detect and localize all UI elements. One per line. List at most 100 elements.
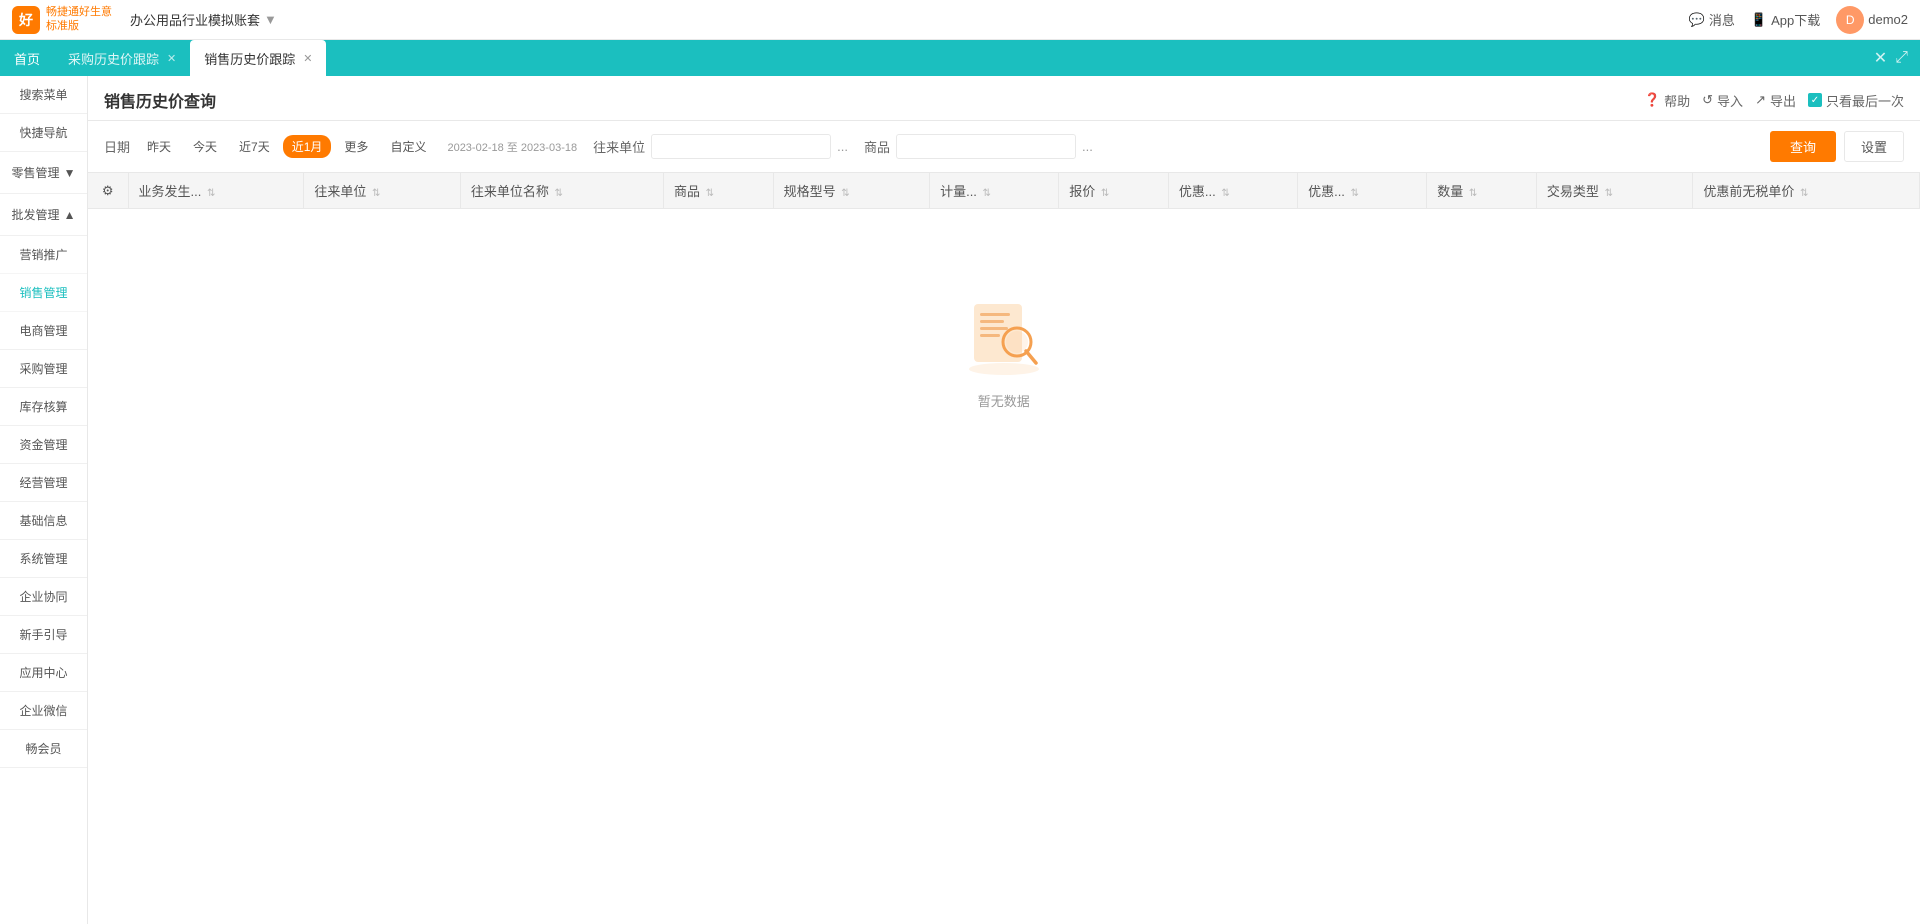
tab-bar: 首页 采购历史价跟踪 ✕ 销售历史价跟踪 ✕ ✕ ⤢ [0, 40, 1920, 76]
help-btn[interactable]: ❓ 帮助 [1644, 91, 1690, 110]
sort-arrows-partner-code: ⇅ [372, 188, 380, 199]
logo-area: 好 畅捷通好生意 标准版 [12, 6, 112, 34]
date-btn-yesterday[interactable]: 昨天 [138, 135, 180, 158]
th-qty[interactable]: 数量 ⇅ [1427, 173, 1537, 209]
date-range-text: 2023-02-18 至 2023-03-18 [447, 139, 577, 155]
th-discount1-label: 优惠... [1179, 184, 1216, 199]
th-discount2-label: 优惠... [1308, 184, 1345, 199]
goods-filter-group: 商品 ... [864, 134, 1093, 159]
sidebar-item-sales-mgmt[interactable]: 销售管理 [0, 274, 87, 312]
th-unit-label: 计量... [940, 184, 977, 199]
dropdown-icon[interactable]: ▼ [264, 12, 277, 27]
date-btn-today[interactable]: 今天 [184, 135, 226, 158]
sidebar-item-inventory[interactable]: 库存核算 [0, 388, 87, 426]
empty-state: 暂无数据 [88, 209, 1920, 490]
wholesale-mgmt-label: 批发管理 [12, 206, 60, 223]
th-goods-label: 商品 [674, 184, 700, 199]
sort-arrows-trade-type: ⇅ [1605, 188, 1613, 199]
th-discount2[interactable]: 优惠... ⇅ [1298, 173, 1427, 209]
content-area: 销售历史价查询 ❓ 帮助 ↺ 导入 ↗ 导出 ✓ 只看最后一次 [88, 76, 1920, 924]
th-spec[interactable]: 规格型号 ⇅ [773, 173, 929, 209]
date-btn-more[interactable]: 更多 [335, 135, 377, 158]
only-last-checkbox-label[interactable]: ✓ 只看最后一次 [1808, 91, 1904, 110]
user-area[interactable]: D demo2 [1836, 6, 1908, 34]
sort-arrows-biz-date: ⇅ [207, 188, 215, 199]
logo-text: 畅捷通好生意 标准版 [46, 6, 112, 32]
sort-arrows-pretax-price: ⇅ [1800, 188, 1808, 199]
message-icon: 💬 [1689, 12, 1705, 28]
sort-arrows-discount1: ⇅ [1221, 188, 1229, 199]
th-discount1[interactable]: 优惠... ⇅ [1168, 173, 1297, 209]
page-title: 销售历史价查询 [104, 88, 216, 112]
sidebar: 搜索菜单 快捷导航 零售管理 ▼ 批发管理 ▲ 营销推广 销售管理 电商管理 采… [0, 76, 88, 924]
th-trade-type[interactable]: 交易类型 ⇅ [1536, 173, 1692, 209]
th-partner-name-label: 往来单位名称 [471, 184, 549, 199]
th-gear[interactable]: ⚙ [88, 173, 128, 209]
retail-mgmt-label: 零售管理 [12, 164, 60, 181]
sidebar-item-finance-mgmt[interactable]: 资金管理 [0, 426, 87, 464]
settings-btn[interactable]: 设置 [1844, 131, 1904, 162]
import-btn[interactable]: ↺ 导入 [1702, 91, 1743, 110]
logo-icon: 好 [12, 6, 40, 34]
maximize-btn[interactable]: ⤢ [1895, 49, 1908, 67]
goods-dots[interactable]: ... [1082, 139, 1093, 154]
date-btn-custom[interactable]: 自定义 [381, 135, 435, 158]
sidebar-item-retail-mgmt[interactable]: 零售管理 ▼ [0, 152, 87, 194]
filter-area: 日期 昨天 今天 近7天 近1月 更多 自定义 2023-02-18 至 202… [88, 121, 1920, 173]
page-actions: ❓ 帮助 ↺ 导入 ↗ 导出 ✓ 只看最后一次 [1644, 91, 1904, 110]
partner-input[interactable] [651, 134, 831, 159]
sidebar-item-app-center[interactable]: 应用中心 [0, 654, 87, 692]
th-biz-date[interactable]: 业务发生... ⇅ [128, 173, 304, 209]
sidebar-item-vip[interactable]: 畅会员 [0, 730, 87, 768]
data-table: ⚙ 业务发生... ⇅ 往来单位 ⇅ 往来单位名称 ⇅ [88, 173, 1920, 490]
date-label: 日期 [104, 137, 130, 156]
quick-nav-label: 快捷导航 [19, 124, 67, 141]
app-download-btn[interactable]: 📱 App下载 [1751, 10, 1820, 29]
tab-home[interactable]: 首页 [0, 40, 54, 76]
th-goods[interactable]: 商品 ⇅ [663, 173, 773, 209]
goods-input[interactable] [896, 134, 1076, 159]
tab-sales-history[interactable]: 销售历史价跟踪 ✕ [190, 40, 326, 76]
date-btn-1month[interactable]: 近1月 [283, 135, 332, 158]
export-icon: ↗ [1755, 92, 1766, 108]
partner-dots[interactable]: ... [837, 139, 848, 154]
sidebar-item-purchase-mgmt[interactable]: 采购管理 [0, 350, 87, 388]
filter-actions: 查询 设置 [1770, 131, 1904, 162]
empty-row: 暂无数据 [88, 209, 1920, 491]
th-trade-type-label: 交易类型 [1547, 184, 1599, 199]
date-filter-group: 日期 昨天 今天 近7天 近1月 更多 自定义 2023-02-18 至 202… [104, 135, 577, 158]
table-container: ⚙ 业务发生... ⇅ 往来单位 ⇅ 往来单位名称 ⇅ [88, 173, 1920, 924]
th-partner-code[interactable]: 往来单位 ⇅ [304, 173, 460, 209]
sidebar-item-new-guide[interactable]: 新手引导 [0, 616, 87, 654]
sort-arrows-spec: ⇅ [841, 188, 849, 199]
message-btn[interactable]: 💬 消息 [1689, 10, 1735, 29]
sidebar-item-enterprise-wechat[interactable]: 企业微信 [0, 692, 87, 730]
tab-purchase-history-close[interactable]: ✕ [167, 52, 176, 65]
th-pretax-price[interactable]: 优惠前无税单价 ⇅ [1693, 173, 1920, 209]
th-partner-name[interactable]: 往来单位名称 ⇅ [460, 173, 663, 209]
search-menu-label: 搜索菜单 [19, 86, 67, 103]
top-bar-left: 好 畅捷通好生意 标准版 办公用品行业模拟账套 ▼ [12, 6, 277, 34]
sidebar-item-ecom-mgmt[interactable]: 电商管理 [0, 312, 87, 350]
top-bar-right: 💬 消息 📱 App下载 D demo2 [1689, 6, 1908, 34]
date-buttons: 昨天 今天 近7天 近1月 更多 自定义 [138, 135, 435, 158]
th-pretax-price-label: 优惠前无税单价 [1703, 184, 1794, 199]
th-price[interactable]: 报价 ⇅ [1059, 173, 1169, 209]
close-window-btn[interactable]: ✕ [1874, 48, 1887, 68]
export-btn[interactable]: ↗ 导出 [1755, 91, 1796, 110]
sidebar-item-wholesale-mgmt[interactable]: 批发管理 ▲ [0, 194, 87, 236]
sidebar-item-basic-info[interactable]: 基础信息 [0, 502, 87, 540]
help-icon: ❓ [1644, 92, 1660, 108]
sidebar-item-marketing[interactable]: 营销推广 [0, 236, 87, 274]
th-unit[interactable]: 计量... ⇅ [930, 173, 1059, 209]
date-btn-7days[interactable]: 近7天 [230, 135, 279, 158]
sidebar-item-quick-nav[interactable]: 快捷导航 [0, 114, 87, 152]
tab-sales-history-close[interactable]: ✕ [303, 52, 312, 65]
tab-purchase-history[interactable]: 采购历史价跟踪 ✕ [54, 40, 190, 76]
sidebar-item-enterprise[interactable]: 企业协同 [0, 578, 87, 616]
sidebar-item-ops-mgmt[interactable]: 经营管理 [0, 464, 87, 502]
only-last-checkbox[interactable]: ✓ [1808, 93, 1822, 107]
query-btn[interactable]: 查询 [1770, 131, 1836, 162]
sidebar-item-search-menu[interactable]: 搜索菜单 [0, 76, 87, 114]
sidebar-item-sys-mgmt[interactable]: 系统管理 [0, 540, 87, 578]
